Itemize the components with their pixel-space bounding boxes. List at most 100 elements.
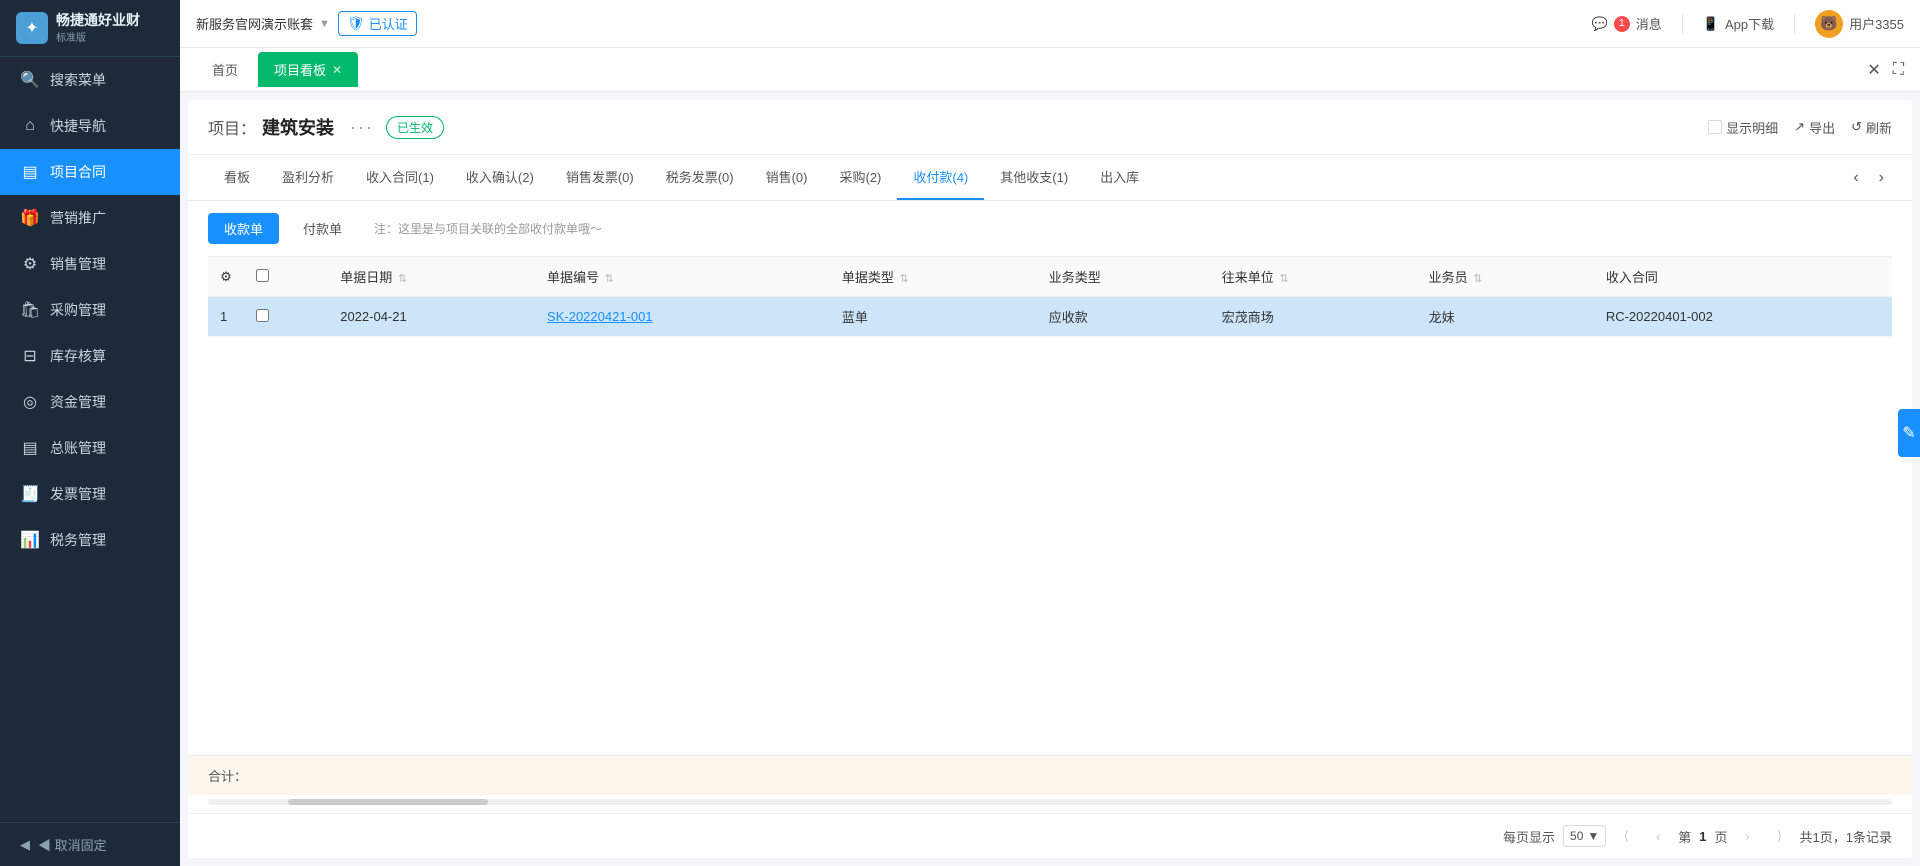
cell-type: 蓝单: [830, 297, 1037, 337]
first-page-button[interactable]: ⟨: [1614, 824, 1638, 848]
cell-index: 1: [208, 297, 244, 337]
scrollbar-track[interactable]: [208, 799, 1892, 805]
page-container: 项目： 建筑安装 ··· 已生效 显示明细 ↗ 导出 ↺ 刷新: [188, 100, 1912, 858]
show-detail-label: 显示明细: [1726, 118, 1778, 137]
th-date[interactable]: 单据日期 ⇅: [328, 257, 535, 297]
bag-icon: 🛍: [20, 300, 40, 320]
refresh-button[interactable]: ↺ 刷新: [1851, 118, 1892, 137]
shield-icon: 🛡: [347, 15, 365, 32]
table-footer: 合计：: [188, 755, 1912, 795]
sub-tab-kanban[interactable]: 看板: [208, 155, 266, 200]
per-page-select[interactable]: 50 ▼: [1563, 825, 1606, 847]
tab-project-board[interactable]: 项目看板 ✕: [258, 52, 358, 87]
current-page: 1: [1699, 829, 1706, 844]
sub-tab-purchase[interactable]: 采购(2): [823, 155, 897, 200]
next-page-button[interactable]: ›: [1736, 824, 1760, 848]
message-button[interactable]: 💬 1 消息: [1592, 14, 1662, 33]
app-download-button[interactable]: 📱 App下载: [1703, 14, 1774, 33]
sidebar-item-invoice[interactable]: 🧾 发票管理: [0, 471, 180, 517]
cell-checkbox[interactable]: [244, 297, 328, 337]
pagination: 每页显示 50 ▼ ⟨ ‹ 第 1 页 › ⟩ 共1页，1条记录: [188, 813, 1912, 858]
sort-date-icon: ⇅: [398, 273, 407, 285]
right-edge-button[interactable]: ✎: [1898, 409, 1920, 457]
sidebar-item-quicknav[interactable]: ⌂ 快捷导航: [0, 103, 180, 149]
th-partner[interactable]: 往来单位 ⇅: [1210, 257, 1417, 297]
show-detail-checkbox[interactable]: [1708, 120, 1722, 134]
record-tab-payment[interactable]: 付款单: [287, 213, 358, 244]
sub-tab-sales-invoice[interactable]: 销售发票(0): [550, 155, 650, 200]
row-checkbox[interactable]: [256, 309, 269, 322]
export-icon: ↗: [1794, 119, 1805, 135]
sidebar-item-finance[interactable]: ◎ 资金管理: [0, 379, 180, 425]
sidebar-label-purchase: 采购管理: [50, 300, 106, 320]
table-container: ⚙ 单据日期 ⇅ 单据编号 ⇅: [188, 256, 1912, 755]
sub-tab-next-arrow[interactable]: ›: [1871, 165, 1892, 191]
account-dropdown-arrow: ▼: [319, 18, 330, 30]
sub-tab-tax-invoice[interactable]: 税务发票(0): [650, 155, 750, 200]
scrollbar-thumb[interactable]: [288, 799, 488, 805]
tab-home[interactable]: 首页: [196, 52, 254, 87]
record-tab-receipt[interactable]: 收款单: [208, 213, 279, 244]
sub-tab-other-income[interactable]: 其他收支(1): [984, 155, 1084, 200]
sidebar-item-search[interactable]: 🔍 搜索菜单: [0, 57, 180, 103]
sidebar-label-ledger: 总账管理: [50, 438, 106, 458]
sub-tab-income-confirm[interactable]: 收入确认(2): [450, 155, 550, 200]
select-all-checkbox[interactable]: [256, 269, 269, 282]
more-options-button[interactable]: ···: [350, 117, 374, 138]
sub-tab-profit[interactable]: 盈利分析: [266, 155, 350, 200]
app-download-label: App下载: [1725, 14, 1774, 33]
export-button[interactable]: ↗ 导出: [1794, 118, 1835, 137]
sub-tab-prev-arrow[interactable]: ‹: [1845, 165, 1866, 191]
tab-close-icon[interactable]: ✕: [332, 63, 342, 77]
sort-partner-icon: ⇅: [1279, 273, 1288, 285]
unpin-label: ◀ 取消固定: [38, 835, 107, 854]
sidebar-label-sales: 销售管理: [50, 254, 106, 274]
sub-tab-inout-label: 出入库: [1100, 170, 1139, 185]
cell-biz-type: 应收款: [1037, 297, 1210, 337]
sidebar-item-sales[interactable]: ⚙ 销售管理: [0, 241, 180, 287]
sub-tab-inout[interactable]: 出入库: [1084, 155, 1155, 200]
th-salesman[interactable]: 业务员 ⇅: [1417, 257, 1594, 297]
sidebar-item-inventory[interactable]: ⊟ 库存核算: [0, 333, 180, 379]
data-table: ⚙ 单据日期 ⇅ 单据编号 ⇅: [208, 256, 1892, 337]
show-detail-toggle[interactable]: 显示明细: [1708, 118, 1778, 137]
sidebar-label-finance: 资金管理: [50, 392, 106, 412]
maximize-window-button[interactable]: ⛶: [1893, 61, 1904, 79]
close-window-button[interactable]: ✕: [1867, 60, 1880, 80]
sidebar-label-marketing: 营销推广: [50, 208, 106, 228]
sidebar-item-marketing[interactable]: 🎁 营销推广: [0, 195, 180, 241]
per-page-label: 每页显示: [1503, 827, 1555, 846]
sidebar-item-tax[interactable]: 📊 税务管理: [0, 517, 180, 563]
finance-icon: ◎: [20, 392, 40, 412]
gift-icon: 🎁: [20, 208, 40, 228]
sidebar: ✦ 畅捷通好业财 标准版 🔍 搜索菜单 ⌂ 快捷导航 ▤ 项目合同 🎁 营销推广…: [0, 0, 180, 866]
prev-page-button[interactable]: ‹: [1646, 824, 1670, 848]
export-label: 导出: [1809, 118, 1835, 137]
sub-tab-payment[interactable]: 收付款(4): [897, 155, 984, 200]
sidebar-item-contract[interactable]: ▤ 项目合同: [0, 149, 180, 195]
last-page-button[interactable]: ⟩: [1768, 824, 1792, 848]
th-checkbox[interactable]: [244, 257, 328, 297]
user-menu[interactable]: 🐻 用户3355: [1815, 10, 1904, 38]
cell-salesman: 龙妹: [1417, 297, 1594, 337]
sub-tab-income-contract[interactable]: 收入合同(1): [350, 155, 450, 200]
search-icon: 🔍: [20, 70, 40, 90]
th-settings[interactable]: ⚙: [208, 257, 244, 297]
house-icon: ⊟: [20, 346, 40, 366]
divider: [1682, 14, 1683, 34]
sidebar-item-purchase[interactable]: 🛍 采购管理: [0, 287, 180, 333]
unpin-button[interactable]: ◀ ◀ 取消固定: [0, 822, 180, 866]
sidebar-item-ledger[interactable]: ▤ 总账管理: [0, 425, 180, 471]
sidebar-label-quicknav: 快捷导航: [50, 116, 106, 136]
th-type[interactable]: 单据类型 ⇅: [830, 257, 1037, 297]
th-number[interactable]: 单据编号 ⇅: [535, 257, 830, 297]
horizontal-scrollbar[interactable]: [188, 795, 1912, 813]
cell-number[interactable]: SK-20220421-001: [535, 297, 830, 337]
sub-tab-payment-label: 收付款(4): [913, 170, 968, 185]
sort-number-icon: ⇅: [605, 273, 614, 285]
sub-tab-sales[interactable]: 销售(0): [750, 155, 824, 200]
sub-tab-other-income-label: 其他收支(1): [1000, 170, 1068, 185]
right-edge-icon: ✎: [1902, 423, 1915, 443]
table-row[interactable]: 1 2022-04-21 SK-20220421-001 蓝单 应收款 宏茂商场…: [208, 297, 1892, 337]
account-selector[interactable]: 新服务官网演示账套 ▼: [196, 14, 330, 33]
